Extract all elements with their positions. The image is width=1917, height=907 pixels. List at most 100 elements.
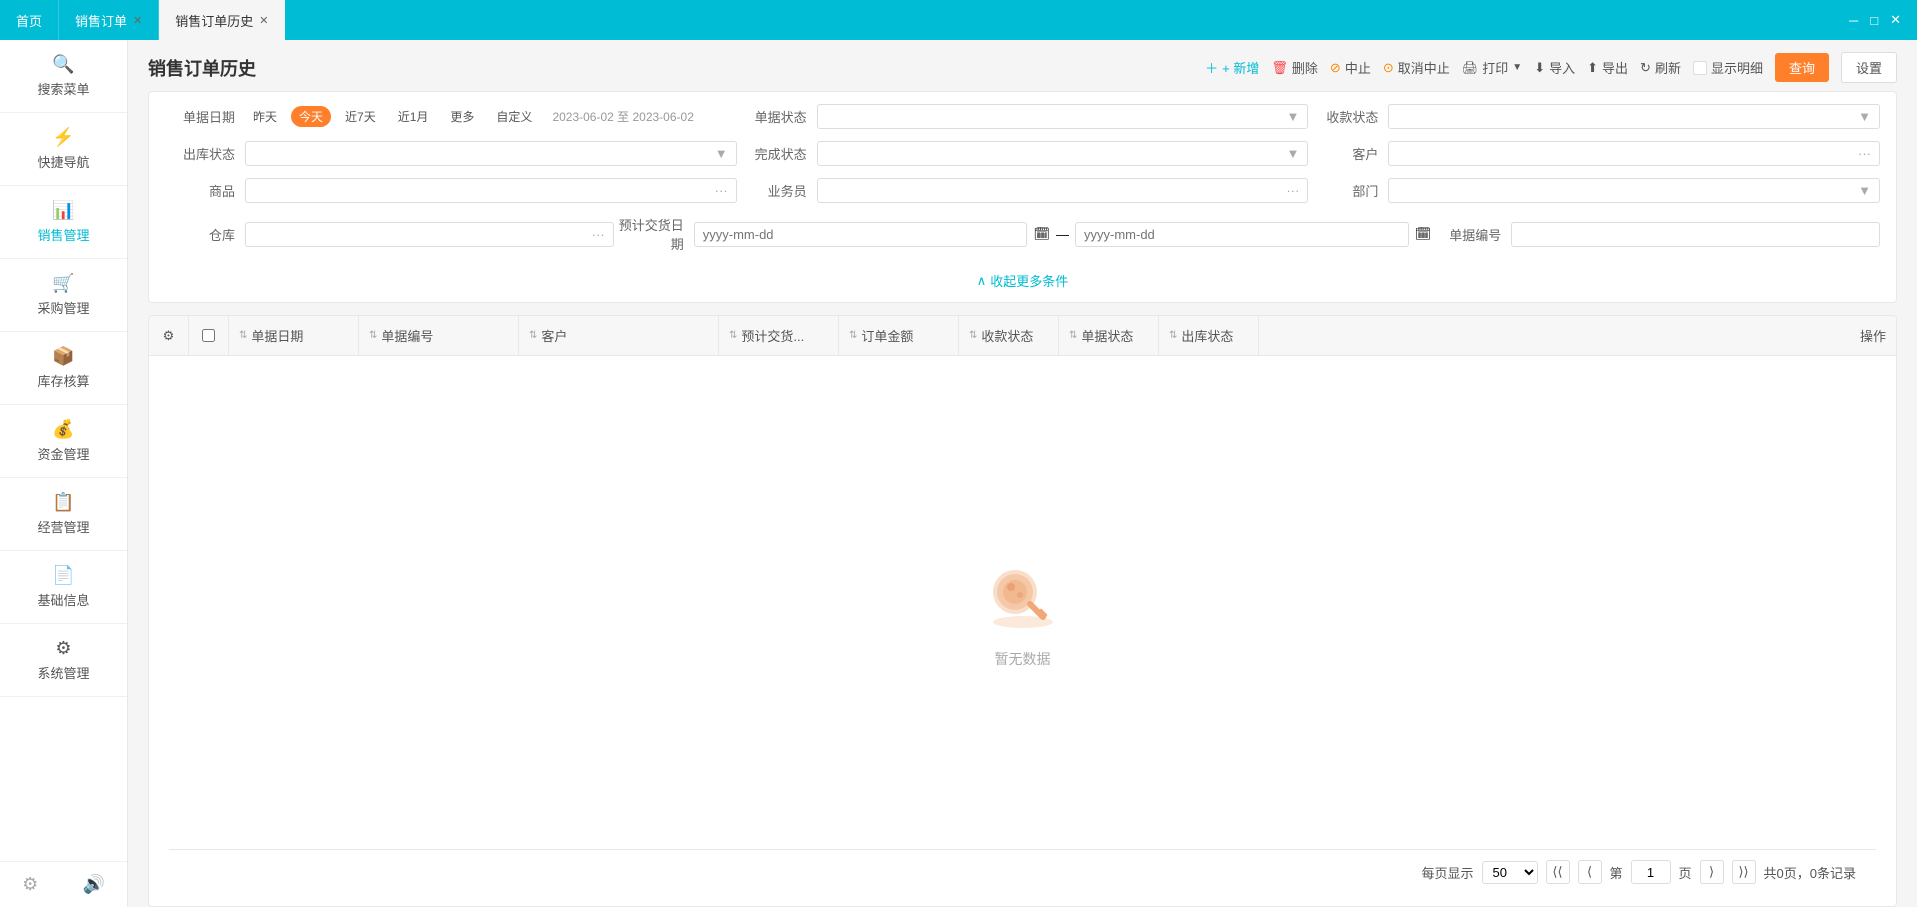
date-range-text: 2023-06-02 至 2023-06-02 <box>552 108 693 125</box>
date-btn-7days[interactable]: 近7天 <box>337 106 384 127</box>
delivery-date-to-input[interactable] <box>1075 222 1409 247</box>
sales-dots-icon[interactable]: ··· <box>1286 183 1299 198</box>
warehouse-dots-icon[interactable]: ··· <box>592 227 605 242</box>
main-layout: 🔍 搜索菜单 ⚡ 快捷导航 📊 销售管理 🛒 采购管理 📦 库存核算 💰 资金管… <box>0 40 1917 907</box>
dept-control[interactable]: ▼ <box>1388 178 1880 203</box>
topbar: 首页 销售订单 ✕ 销售订单历史 ✕ ─ □ ✕ <box>0 0 1917 40</box>
table-header: ⚙ ⇅ 单据日期 ⇅ 单据编号 ⇅ 客户 ⇅ 预计交货. <box>149 316 1896 356</box>
display-detail-checkbox[interactable] <box>1693 61 1707 75</box>
payment-status-control[interactable]: ▼ <box>1388 104 1880 129</box>
tab-sales-order-history[interactable]: 销售订单历史 ✕ <box>159 0 285 40</box>
sales-control[interactable]: ··· <box>817 178 1309 203</box>
th-delivery[interactable]: ⇅ 预计交货... <box>719 316 839 355</box>
page-last-button[interactable]: ⟩⟩ <box>1732 860 1756 884</box>
select-all-checkbox[interactable] <box>202 329 215 342</box>
payment-status-select[interactable]: ▼ <box>1388 104 1880 129</box>
tab-sales-order[interactable]: 销售订单 ✕ <box>59 0 159 40</box>
sidebar-item-quicknav[interactable]: ⚡ 快捷导航 <box>0 113 127 186</box>
tab-sales-order-label: 销售订单 <box>75 11 127 30</box>
th-order-status[interactable]: ⇅ 单据状态 <box>1059 316 1159 355</box>
sidebar-item-basicinfo[interactable]: 📄 基础信息 <box>0 551 127 624</box>
goods-select[interactable]: ··· <box>245 178 737 203</box>
page-prev-button[interactable]: ⟨ <box>1578 860 1602 884</box>
window-maximize-icon[interactable]: □ <box>1870 13 1878 28</box>
sidebar-item-search[interactable]: 🔍 搜索菜单 <box>0 40 127 113</box>
refresh-label: 刷新 <box>1655 58 1681 77</box>
date-btn-custom[interactable]: 自定义 <box>488 106 540 127</box>
delivery-date-from-input[interactable] <box>694 222 1028 247</box>
sidebar-item-inventory[interactable]: 📦 库存核算 <box>0 332 127 405</box>
display-detail-toggle[interactable]: 显示明细 <box>1693 58 1763 77</box>
tab-home-label: 首页 <box>16 11 42 30</box>
order-num-control[interactable] <box>1511 222 1880 247</box>
tab-sales-order-close-icon[interactable]: ✕ <box>133 14 142 27</box>
th-checkbox[interactable] <box>189 316 229 355</box>
delete-button[interactable]: 🗑 删除 <box>1271 58 1318 77</box>
th-num[interactable]: ⇅ 单据编号 <box>359 316 519 355</box>
date-btn-yesterday[interactable]: 昨天 <box>245 106 285 127</box>
sidebar-settings-icon[interactable]: ⚙ <box>22 874 38 895</box>
cancel-stop-button[interactable]: ⊙ 取消中止 <box>1383 58 1450 77</box>
add-button[interactable]: ＋ + 新增 <box>1205 58 1259 77</box>
complete-status-control[interactable]: ▼ <box>817 141 1309 166</box>
payment-status-label: 收款状态 <box>1308 107 1388 126</box>
th-customer[interactable]: ⇅ 客户 <box>519 316 719 355</box>
sort-icon-payment: ⇅ <box>969 330 977 341</box>
page-first-button[interactable]: ⟨⟨ <box>1546 860 1570 884</box>
goods-dots-icon[interactable]: ··· <box>715 183 728 198</box>
goods-control[interactable]: ··· <box>245 178 737 203</box>
cancel-stop-icon: ⊙ <box>1383 60 1394 76</box>
window-close-icon[interactable]: ✕ <box>1890 12 1901 28</box>
customer-control[interactable]: ··· <box>1388 141 1880 166</box>
th-warehouse-status[interactable]: ⇅ 出库状态 <box>1159 316 1259 355</box>
out-status-control[interactable]: ▼ <box>245 141 737 166</box>
th-settings[interactable]: ⚙ <box>149 316 189 355</box>
import-button[interactable]: ⬇ 导入 <box>1534 58 1575 77</box>
warehouse-control[interactable]: ··· <box>245 222 614 247</box>
stop-button[interactable]: ⊘ 中止 <box>1330 58 1371 77</box>
collapse-button[interactable]: ∧ 收起更多条件 <box>165 265 1880 290</box>
operation-icon: 📋 <box>52 492 74 513</box>
order-status-arrow-icon: ▼ <box>1286 109 1299 124</box>
sidebar-item-operation[interactable]: 📋 经营管理 <box>0 478 127 551</box>
per-page-select[interactable]: 50 20 100 <box>1482 861 1538 884</box>
order-num-input[interactable] <box>1511 222 1880 247</box>
page-next-button[interactable]: ⟩ <box>1700 860 1724 884</box>
date-btn-1month[interactable]: 近1月 <box>390 106 437 127</box>
order-status-control[interactable]: ▼ <box>817 104 1309 129</box>
sidebar-item-finance[interactable]: 💰 资金管理 <box>0 405 127 478</box>
goods-label: 商品 <box>165 181 245 200</box>
sales-select[interactable]: ··· <box>817 178 1309 203</box>
complete-status-select[interactable]: ▼ <box>817 141 1309 166</box>
th-date[interactable]: ⇅ 单据日期 <box>229 316 359 355</box>
settings-button[interactable]: 设置 <box>1841 52 1897 83</box>
add-icon: ＋ <box>1205 58 1218 77</box>
export-button[interactable]: ⬆ 导出 <box>1587 58 1628 77</box>
sidebar-sound-icon[interactable]: 🔊 <box>82 874 104 895</box>
th-payment[interactable]: ⇅ 收款状态 <box>959 316 1059 355</box>
query-button[interactable]: 查询 <box>1775 53 1829 82</box>
filter-row-date: 单据日期 昨天 今天 近7天 近1月 更多 自定义 2023-06-02 至 2… <box>165 104 1880 129</box>
order-status-select[interactable]: ▼ <box>817 104 1309 129</box>
sidebar-item-system[interactable]: ⚙ 系统管理 <box>0 624 127 697</box>
refresh-icon: ↻ <box>1640 60 1651 76</box>
th-amount[interactable]: ⇅ 订单金额 <box>839 316 959 355</box>
sidebar-item-inventory-label: 库存核算 <box>37 371 89 390</box>
date-btn-today[interactable]: 今天 <box>291 106 331 127</box>
print-button[interactable]: 🖨 打印 ▼ <box>1462 58 1522 77</box>
refresh-button[interactable]: ↻ 刷新 <box>1640 58 1681 77</box>
sidebar-item-purchase[interactable]: 🛒 采购管理 <box>0 259 127 332</box>
dept-select[interactable]: ▼ <box>1388 178 1880 203</box>
order-status-label: 单据状态 <box>737 107 817 126</box>
page-input[interactable] <box>1631 860 1671 884</box>
warehouse-select[interactable]: ··· <box>245 222 614 247</box>
customer-dots-icon[interactable]: ··· <box>1858 146 1871 161</box>
dept-label: 部门 <box>1308 181 1388 200</box>
tab-sales-order-history-close-icon[interactable]: ✕ <box>259 14 268 27</box>
sidebar-item-sales[interactable]: 📊 销售管理 <box>0 186 127 259</box>
window-minimize-icon[interactable]: ─ <box>1849 13 1858 28</box>
out-status-select[interactable]: ▼ <box>245 141 737 166</box>
tab-home[interactable]: 首页 <box>0 0 59 40</box>
date-btn-more[interactable]: 更多 <box>442 106 482 127</box>
customer-select[interactable]: ··· <box>1388 141 1880 166</box>
